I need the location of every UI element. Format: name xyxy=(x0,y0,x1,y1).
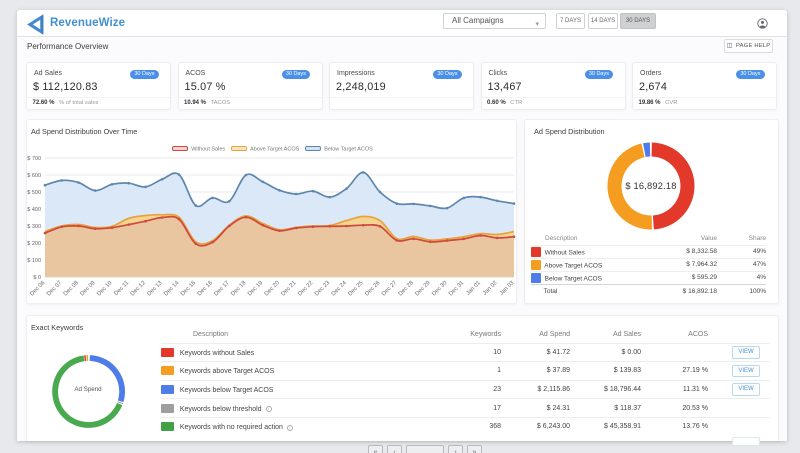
svg-text:Jan 01: Jan 01 xyxy=(465,280,482,297)
svg-text:$ 500: $ 500 xyxy=(27,190,41,196)
svg-text:$ 400: $ 400 xyxy=(27,207,41,213)
svg-text:Dec 31: Dec 31 xyxy=(448,280,465,297)
svg-text:$ 0: $ 0 xyxy=(33,275,41,281)
svg-text:Dec 23: Dec 23 xyxy=(314,280,331,297)
svg-text:Dec 30: Dec 30 xyxy=(431,280,448,297)
svg-text:Dec 06: Dec 06 xyxy=(29,280,46,297)
svg-text:Dec 28: Dec 28 xyxy=(398,280,415,297)
svg-text:Dec 15: Dec 15 xyxy=(180,280,197,297)
svg-text:Jan 02: Jan 02 xyxy=(482,280,499,297)
svg-text:Dec 17: Dec 17 xyxy=(213,280,230,297)
svg-text:Dec 24: Dec 24 xyxy=(331,280,349,298)
svg-text:$ 200: $ 200 xyxy=(27,241,41,247)
svg-text:Dec 14: Dec 14 xyxy=(163,280,181,298)
svg-text:Dec 16: Dec 16 xyxy=(197,280,214,297)
svg-text:Dec 22: Dec 22 xyxy=(297,280,314,297)
svg-text:Jan 03: Jan 03 xyxy=(499,280,516,297)
svg-text:Dec 26: Dec 26 xyxy=(364,280,381,297)
svg-text:Dec 29: Dec 29 xyxy=(414,280,431,297)
svg-text:$ 700: $ 700 xyxy=(27,156,41,162)
svg-text:Dec 09: Dec 09 xyxy=(79,280,96,297)
svg-text:$ 300: $ 300 xyxy=(27,224,41,230)
svg-text:$ 100: $ 100 xyxy=(27,258,41,264)
svg-text:Dec 13: Dec 13 xyxy=(146,280,163,297)
svg-text:Dec 08: Dec 08 xyxy=(63,280,80,297)
svg-text:Dec 12: Dec 12 xyxy=(130,280,147,297)
svg-text:Dec 27: Dec 27 xyxy=(381,280,398,297)
svg-text:Dec 19: Dec 19 xyxy=(247,280,264,297)
svg-text:Dec 21: Dec 21 xyxy=(280,280,297,297)
svg-text:$ 600: $ 600 xyxy=(27,173,41,179)
svg-text:Dec 18: Dec 18 xyxy=(230,280,247,297)
svg-text:Dec 25: Dec 25 xyxy=(347,280,364,297)
svg-text:Dec 11: Dec 11 xyxy=(113,280,130,297)
svg-text:Dec 20: Dec 20 xyxy=(264,280,281,297)
svg-text:Dec 07: Dec 07 xyxy=(46,280,63,297)
svg-text:Dec 10: Dec 10 xyxy=(96,280,113,297)
